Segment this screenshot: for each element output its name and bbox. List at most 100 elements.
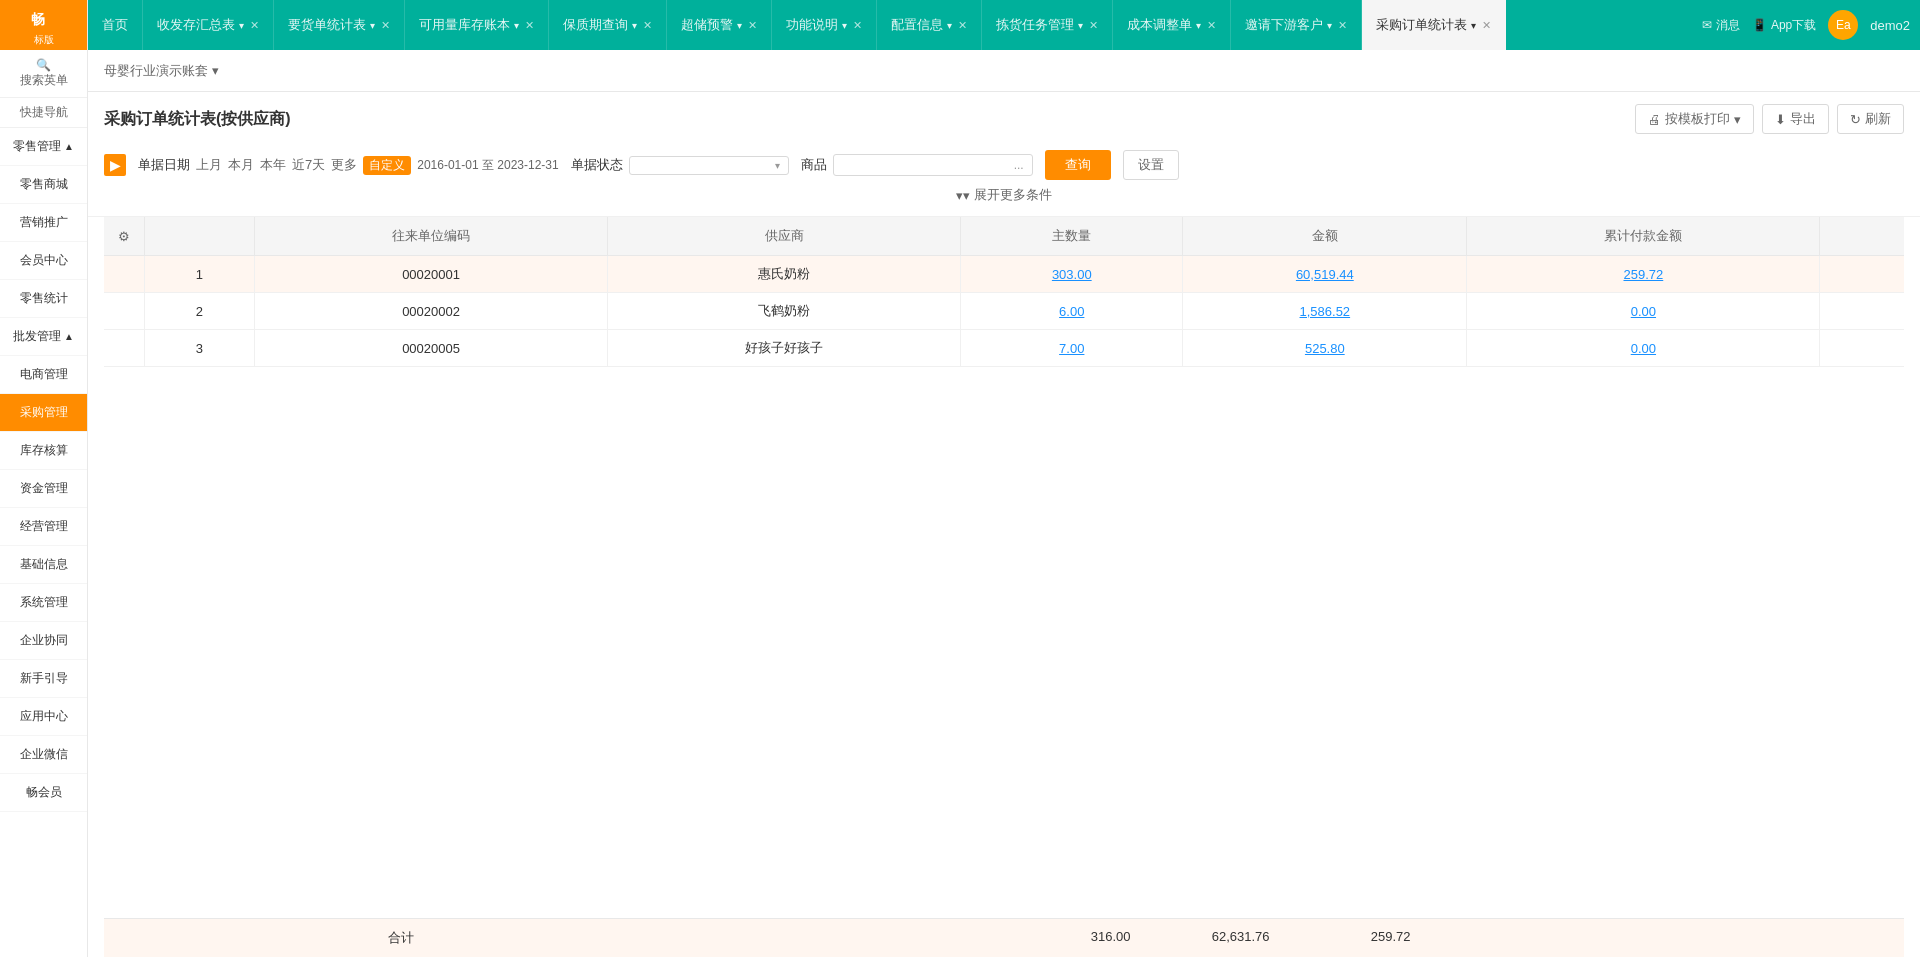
- tab-arrow-icon: ▾: [947, 20, 952, 31]
- tab-close-icon[interactable]: ✕: [1338, 20, 1347, 31]
- row-quantity[interactable]: 6.00: [961, 293, 1183, 330]
- row-index: 2: [144, 293, 255, 330]
- tab-arrow-icon: ▾: [1196, 20, 1201, 31]
- sidebar-item-wholesale[interactable]: 批发管理 ▲: [0, 318, 87, 356]
- custom-date-badge[interactable]: 自定义: [363, 156, 411, 175]
- shortcut-more[interactable]: 更多: [331, 156, 357, 174]
- row-paid[interactable]: 259.72: [1467, 256, 1820, 293]
- row-quantity[interactable]: 303.00: [961, 256, 1183, 293]
- message-button[interactable]: ✉ 消息: [1702, 17, 1740, 34]
- tab-close-icon[interactable]: ✕: [1207, 20, 1216, 31]
- row-extra: [1820, 293, 1904, 330]
- expand-more-row: ▾▾ 展开更多条件: [104, 180, 1904, 208]
- sidebar-item-appcenter[interactable]: 应用中心: [0, 698, 87, 736]
- tab-close-icon[interactable]: ✕: [525, 20, 534, 31]
- sidebar-item-marketing[interactable]: 营销推广: [0, 204, 87, 242]
- sidebar-item-ecommerce[interactable]: 电商管理: [0, 356, 87, 394]
- tab-close-icon[interactable]: ✕: [748, 20, 757, 31]
- shortcut-7days[interactable]: 近7天: [292, 156, 325, 174]
- footer-paid: 259.72: [1311, 929, 1471, 947]
- sidebar-item-purchase[interactable]: 采购管理: [0, 394, 87, 432]
- tab-receive[interactable]: 收发存汇总表 ▾ ✕: [143, 0, 274, 50]
- tab-expiry[interactable]: 保质期查询 ▾ ✕: [549, 0, 667, 50]
- row-extra: [1820, 256, 1904, 293]
- query-button[interactable]: 查询: [1045, 150, 1111, 180]
- shortcut-this-year[interactable]: 本年: [260, 156, 286, 174]
- tab-config[interactable]: 配置信息 ▾ ✕: [877, 0, 982, 50]
- column-unit-code: 往来单位编码: [255, 217, 608, 256]
- sidebar-item-basic[interactable]: 基础信息: [0, 546, 87, 584]
- filter-status-item: 单据状态 ▾: [571, 156, 789, 175]
- sidebar-item-retail[interactable]: 零售管理 ▲: [0, 128, 87, 166]
- table-row: 1 00020001 惠氏奶粉 303.00 60,519.44 259.72: [104, 256, 1904, 293]
- tab-close-icon[interactable]: ✕: [381, 20, 390, 31]
- avatar: Ea: [1828, 10, 1858, 40]
- shortcut-this-month[interactable]: 本月: [228, 156, 254, 174]
- sidebar-item-inventory[interactable]: 库存核算: [0, 432, 87, 470]
- app-download-button[interactable]: 📱 App下载: [1752, 17, 1816, 34]
- settings-button[interactable]: 设置: [1123, 150, 1179, 180]
- expand-more-button[interactable]: ▾▾ 展开更多条件: [956, 186, 1052, 204]
- tab-close-icon[interactable]: ✕: [250, 20, 259, 31]
- tab-home[interactable]: 首页: [88, 0, 143, 50]
- export-button[interactable]: ⬇ 导出: [1762, 104, 1829, 134]
- row-amount[interactable]: 60,519.44: [1183, 256, 1467, 293]
- sidebar-item-wechat[interactable]: 企业微信: [0, 736, 87, 774]
- row-amount[interactable]: 1,586.52: [1183, 293, 1467, 330]
- row-amount[interactable]: 525.80: [1183, 330, 1467, 367]
- username-label[interactable]: demo2: [1870, 18, 1910, 33]
- tab-packing[interactable]: 拣货任务管理 ▾ ✕: [982, 0, 1113, 50]
- sidebar-item-retail-stat[interactable]: 零售统计: [0, 280, 87, 318]
- filter-toggle-button[interactable]: ▶: [104, 154, 126, 176]
- tab-close-icon[interactable]: ✕: [643, 20, 652, 31]
- row-paid[interactable]: 0.00: [1467, 330, 1820, 367]
- export-icon: ⬇: [1775, 112, 1786, 127]
- account-selector[interactable]: 母婴行业演示账套 ▾: [104, 62, 219, 80]
- sidebar-item-finance[interactable]: 资金管理: [0, 470, 87, 508]
- tab-arrow-icon: ▾: [1078, 20, 1083, 31]
- footer-empty-3: [617, 929, 1050, 947]
- data-table: ⚙ 往来单位编码 供应商 主数量 金额 累计付款金额 1: [104, 217, 1904, 367]
- goods-input[interactable]: ...: [833, 154, 1033, 176]
- tab-close-icon[interactable]: ✕: [1089, 20, 1098, 31]
- app-subtitle: 标版: [34, 33, 54, 47]
- table-body: 1 00020001 惠氏奶粉 303.00 60,519.44 259.72 …: [104, 256, 1904, 367]
- tab-purchase-stat[interactable]: 采购订单统计表 ▾ ✕: [1362, 0, 1506, 50]
- tab-available[interactable]: 可用量库存账本 ▾ ✕: [405, 0, 549, 50]
- tab-close-icon[interactable]: ✕: [958, 20, 967, 31]
- tab-invite[interactable]: 邀请下游客户 ▾ ✕: [1231, 0, 1362, 50]
- goods-filter-label: 商品: [801, 156, 827, 174]
- refresh-button[interactable]: ↻ 刷新: [1837, 104, 1904, 134]
- page-header: 采购订单统计表(按供应商) 🖨 按模板打印 ▾ ⬇ 导出 ↻ 刷新: [88, 92, 1920, 142]
- sidebar-item-operations[interactable]: 经营管理: [0, 508, 87, 546]
- row-settings: [104, 330, 144, 367]
- row-paid[interactable]: 0.00: [1467, 293, 1820, 330]
- tab-demand[interactable]: 要货单统计表 ▾ ✕: [274, 0, 405, 50]
- sidebar-item-quicknav[interactable]: 快捷导航: [0, 98, 87, 128]
- tab-funcguide[interactable]: 功能说明 ▾ ✕: [772, 0, 877, 50]
- sidebar-item-member[interactable]: 会员中心: [0, 242, 87, 280]
- page-actions: 🖨 按模板打印 ▾ ⬇ 导出 ↻ 刷新: [1635, 104, 1904, 134]
- sidebar-item-search[interactable]: 🔍 搜索英单: [0, 50, 87, 98]
- template-print-button[interactable]: 🖨 按模板打印 ▾: [1635, 104, 1754, 134]
- header-bar: 母婴行业演示账套 ▾: [88, 50, 1920, 92]
- date-from-value: 2016-01-01 至 2023-12-31: [417, 157, 558, 174]
- more-options-icon[interactable]: ...: [1014, 158, 1024, 172]
- app-logo[interactable]: 畅 标版: [0, 0, 87, 50]
- sidebar-item-system[interactable]: 系统管理: [0, 584, 87, 622]
- tab-close-icon[interactable]: ✕: [853, 20, 862, 31]
- shortcut-last-month[interactable]: 上月: [196, 156, 222, 174]
- sidebar-item-newguide[interactable]: 新手引导: [0, 660, 87, 698]
- row-quantity[interactable]: 7.00: [961, 330, 1183, 367]
- tab-overstock[interactable]: 超储预警 ▾ ✕: [667, 0, 772, 50]
- column-settings[interactable]: ⚙: [104, 217, 144, 256]
- sidebar-item-vip[interactable]: 畅会员: [0, 774, 87, 812]
- chevron-down-icon: ▾: [775, 160, 780, 171]
- sidebar-item-enterprise[interactable]: 企业协同: [0, 622, 87, 660]
- status-select[interactable]: ▾: [629, 156, 789, 175]
- table-row: 2 00020002 飞鹤奶粉 6.00 1,586.52 0.00: [104, 293, 1904, 330]
- tab-close-icon[interactable]: ✕: [1482, 20, 1491, 31]
- expand-icon: ▲: [64, 331, 74, 342]
- sidebar-item-retail-shop[interactable]: 零售商城: [0, 166, 87, 204]
- tab-cost[interactable]: 成本调整单 ▾ ✕: [1113, 0, 1231, 50]
